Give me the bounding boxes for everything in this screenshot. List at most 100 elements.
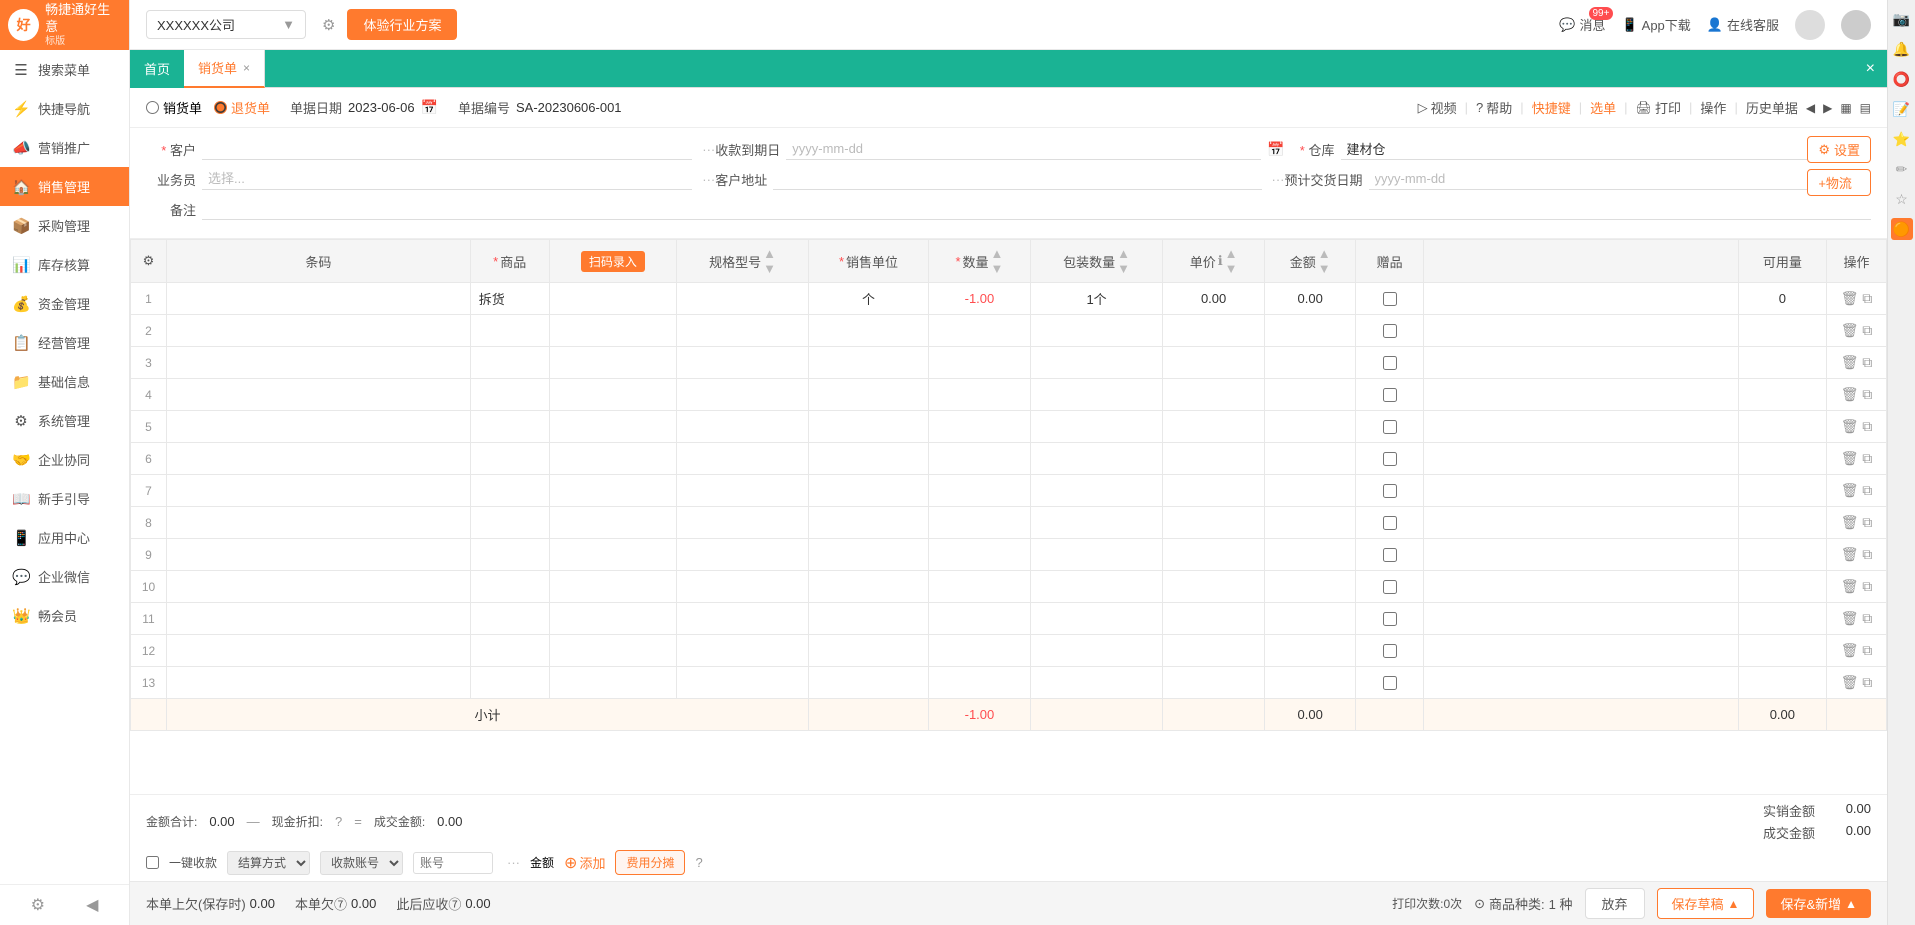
next-btn[interactable]: ▶	[1823, 101, 1832, 115]
cell-unit[interactable]	[809, 443, 929, 475]
sidebar-item-quick-nav[interactable]: ⚡ 快捷导航	[0, 89, 129, 128]
cell-price[interactable]: 0.00	[1163, 283, 1265, 315]
cell-barcode[interactable]	[167, 283, 471, 315]
delete-row-icon[interactable]: 🗑	[1841, 386, 1859, 402]
cell-barcode[interactable]	[167, 667, 471, 699]
cell-goods[interactable]	[470, 539, 549, 571]
cell-unit[interactable]	[809, 507, 929, 539]
cell-note[interactable]	[1423, 571, 1738, 603]
delete-row-icon[interactable]: 🗑	[1841, 482, 1859, 498]
cell-pack-qty[interactable]	[1031, 379, 1163, 411]
cell-price[interactable]	[1163, 571, 1265, 603]
cell-barcode[interactable]	[167, 475, 471, 507]
warehouse-input[interactable]	[1341, 138, 1831, 160]
cell-gift[interactable]	[1356, 443, 1424, 475]
calendar-icon[interactable]: 📅	[421, 99, 438, 116]
cell-goods[interactable]	[470, 379, 549, 411]
sidebar-item-marketing[interactable]: 📣 营销推广	[0, 128, 129, 167]
cell-barcode[interactable]	[167, 411, 471, 443]
copy-row-icon[interactable]: ⧉	[1862, 354, 1872, 370]
cell-barcode[interactable]	[167, 507, 471, 539]
cell-spec[interactable]	[677, 411, 809, 443]
cell-pack-qty[interactable]	[1031, 475, 1163, 507]
cell-amount[interactable]	[1265, 475, 1356, 507]
payment-method-select2[interactable]: 收款账号	[320, 851, 403, 875]
cell-quantity[interactable]	[928, 571, 1030, 603]
cell-note[interactable]	[1423, 635, 1738, 667]
right-panel-icon-4[interactable]: 📝	[1891, 98, 1913, 120]
cell-note[interactable]	[1423, 539, 1738, 571]
cell-amount[interactable]	[1265, 379, 1356, 411]
select-btn[interactable]: 选单	[1590, 98, 1616, 117]
cell-spec[interactable]	[677, 667, 809, 699]
cell-goods[interactable]	[470, 411, 549, 443]
cell-goods[interactable]	[470, 507, 549, 539]
scan-button[interactable]: 扫码录入	[581, 251, 645, 272]
cell-price[interactable]	[1163, 539, 1265, 571]
sidebar-item-basic-info[interactable]: 📁 基础信息	[0, 362, 129, 401]
cell-quantity[interactable]	[928, 635, 1030, 667]
delete-row-icon[interactable]: 🗑	[1841, 578, 1859, 594]
cell-spec[interactable]	[677, 379, 809, 411]
right-panel-icon-2[interactable]: 🔔	[1891, 38, 1913, 60]
note-input[interactable]	[202, 198, 1871, 220]
cell-unit[interactable]	[809, 603, 929, 635]
payment-date-input[interactable]	[786, 138, 1261, 160]
payment-method-select[interactable]: 结算方式	[227, 851, 310, 875]
right-panel-icon-5[interactable]: ⭐	[1891, 128, 1913, 150]
cell-amount[interactable]	[1265, 603, 1356, 635]
cell-unit[interactable]	[809, 315, 929, 347]
cell-pack-qty[interactable]	[1031, 347, 1163, 379]
cell-spec[interactable]	[677, 347, 809, 379]
sidebar-item-app-center[interactable]: 📱 应用中心	[0, 518, 129, 557]
cell-gift[interactable]	[1356, 539, 1424, 571]
cell-gift[interactable]	[1356, 635, 1424, 667]
cell-barcode[interactable]	[167, 635, 471, 667]
cell-amount[interactable]	[1265, 539, 1356, 571]
cell-barcode[interactable]	[167, 571, 471, 603]
delete-row-icon[interactable]: 🗑	[1841, 546, 1859, 562]
cell-unit[interactable]	[809, 347, 929, 379]
cell-pack-qty[interactable]	[1031, 571, 1163, 603]
right-panel-icon-8[interactable]: 🟠	[1891, 218, 1913, 240]
cell-goods[interactable]: 拆货	[470, 283, 549, 315]
cell-goods[interactable]	[470, 635, 549, 667]
cell-gift[interactable]	[1356, 603, 1424, 635]
cell-goods[interactable]	[470, 347, 549, 379]
company-selector[interactable]: XXXXXX公司 ▼	[146, 10, 306, 39]
cell-quantity[interactable]	[928, 411, 1030, 443]
cell-goods[interactable]	[470, 475, 549, 507]
right-panel-icon-3[interactable]: ⭕	[1891, 68, 1913, 90]
cell-note[interactable]	[1423, 443, 1738, 475]
cell-quantity[interactable]	[928, 667, 1030, 699]
delete-row-icon[interactable]: 🗑	[1841, 450, 1859, 466]
right-panel-icon-7[interactable]: ☆	[1891, 188, 1913, 210]
cell-price[interactable]	[1163, 347, 1265, 379]
tab-home[interactable]: 首页	[130, 50, 184, 88]
cell-unit[interactable]: 个	[809, 283, 929, 315]
cell-amount[interactable]: 0.00	[1265, 283, 1356, 315]
cell-amount[interactable]	[1265, 635, 1356, 667]
cell-price[interactable]	[1163, 603, 1265, 635]
customer-address-dots[interactable]: ···	[1272, 172, 1285, 187]
delete-row-icon[interactable]: 🗑	[1841, 674, 1859, 690]
cell-amount[interactable]	[1265, 507, 1356, 539]
salesperson-input[interactable]	[202, 168, 692, 190]
cell-gift[interactable]	[1356, 347, 1424, 379]
cell-barcode[interactable]	[167, 443, 471, 475]
delete-row-icon[interactable]: 🗑	[1841, 514, 1859, 530]
sidebar-item-system[interactable]: ⚙ 系统管理	[0, 401, 129, 440]
cell-quantity[interactable]	[928, 475, 1030, 507]
cell-spec[interactable]	[677, 507, 809, 539]
th-scan[interactable]: 扫码录入	[549, 240, 677, 283]
cell-barcode[interactable]	[167, 379, 471, 411]
delete-row-icon[interactable]: 🗑	[1841, 642, 1859, 658]
cell-goods[interactable]	[470, 571, 549, 603]
cell-pack-qty[interactable]	[1031, 507, 1163, 539]
cell-price[interactable]	[1163, 507, 1265, 539]
cell-spec[interactable]	[677, 475, 809, 507]
delete-row-icon[interactable]: 🗑	[1841, 610, 1859, 626]
sidebar-item-guide[interactable]: 📖 新手引导	[0, 479, 129, 518]
cell-unit[interactable]	[809, 379, 929, 411]
cell-barcode[interactable]	[167, 315, 471, 347]
